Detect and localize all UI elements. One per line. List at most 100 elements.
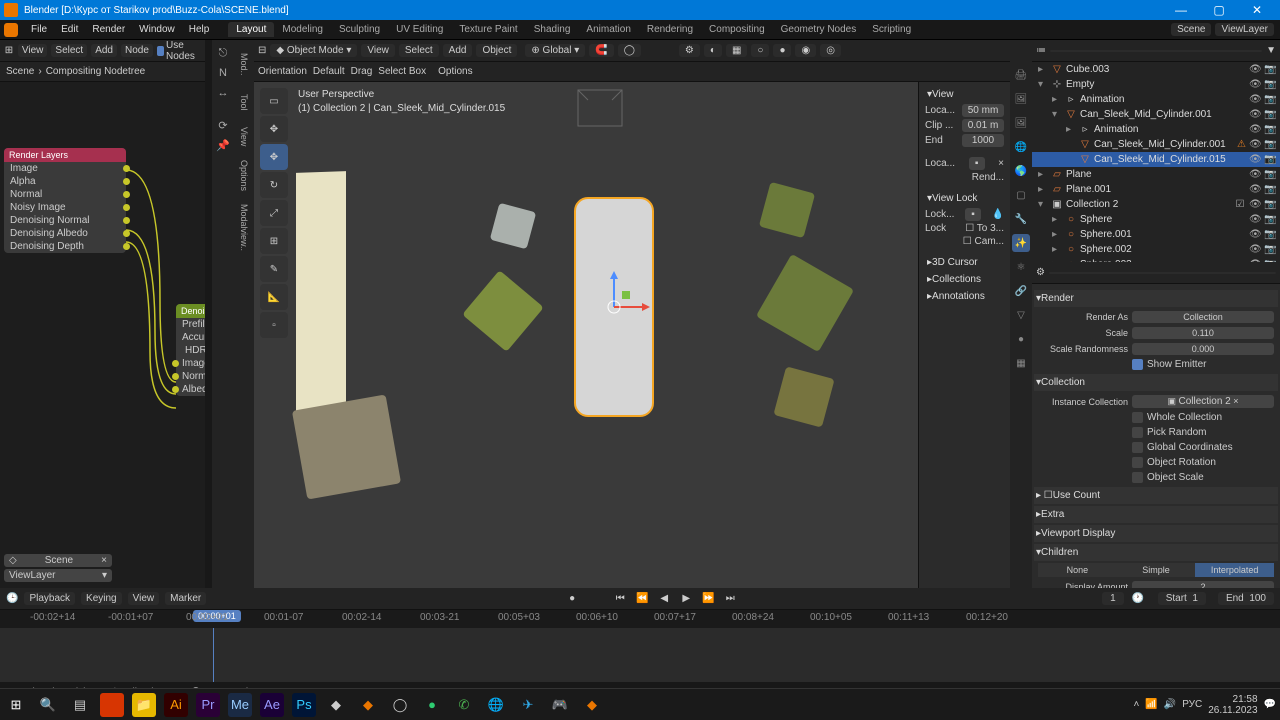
renderas-select[interactable]: Collection <box>1132 311 1274 323</box>
tray[interactable]: ˄ 📶 🔊 РУС 21:58 26.11.2023 💬 <box>1133 694 1276 716</box>
start-frame[interactable]: Start 1 <box>1158 592 1206 605</box>
outliner-type-icon[interactable]: ≔ <box>1036 45 1046 56</box>
timeline-track[interactable] <box>0 628 1280 682</box>
instcoll-select[interactable]: ▣ Collection 2 × <box>1132 395 1274 408</box>
current-frame[interactable]: 1 <box>1102 592 1124 605</box>
outliner-row[interactable]: ▸○Sphere.002👁📷 <box>1032 242 1280 257</box>
child-none[interactable]: None <box>1038 563 1117 577</box>
scalernd-field[interactable]: 0.000 <box>1132 343 1274 355</box>
tool-cursor[interactable]: ✥ <box>260 116 288 142</box>
ptab-data[interactable]: ▽ <box>1012 306 1030 324</box>
denoise-node[interactable]: Denoise Prefilter Accurate HDR Image Nor… <box>176 304 205 396</box>
clip-start[interactable]: 0.01 m <box>962 119 1004 132</box>
taskview-icon[interactable]: ▤ <box>68 693 92 717</box>
globcoord-check[interactable] <box>1132 442 1143 453</box>
tl-view[interactable]: View <box>128 592 160 605</box>
shading-wire[interactable]: ○ <box>751 44 769 57</box>
discord-icon[interactable]: 🎮 <box>548 693 572 717</box>
tab-texpaint[interactable]: Texture Paint <box>451 22 525 37</box>
ae-icon[interactable]: Ae <box>260 693 284 717</box>
objrot-check[interactable] <box>1132 457 1143 468</box>
ptab-viewlayer[interactable]: 🖼 <box>1012 114 1030 132</box>
xray-toggle[interactable]: ▦ <box>726 44 747 57</box>
telegram-icon[interactable]: ✈ <box>516 693 540 717</box>
ptab-material[interactable]: ● <box>1012 330 1030 348</box>
node-editor[interactable]: Render Layers Image Alpha Normal Noisy I… <box>0 82 205 588</box>
props-type-icon[interactable]: ⚙ <box>1036 267 1045 278</box>
menu-render[interactable]: Render <box>85 24 132 35</box>
tl-editor-icon[interactable]: 🕒 <box>6 593 18 604</box>
outliner-row[interactable]: ▸○Sphere👁📷 <box>1032 212 1280 227</box>
render-layers-node[interactable]: Render Layers Image Alpha Normal Noisy I… <box>4 148 126 253</box>
maximize-button[interactable]: ▢ <box>1200 0 1238 20</box>
tab-geonodes[interactable]: Geometry Nodes <box>773 22 865 37</box>
menu-edit[interactable]: Edit <box>54 24 85 35</box>
ptab-physics[interactable]: ⚛ <box>1012 258 1030 276</box>
objscale-check[interactable] <box>1132 472 1143 483</box>
clip-end[interactable]: 1000 <box>962 134 1004 147</box>
menu-file[interactable]: File <box>24 24 54 35</box>
tool-annotate[interactable]: ✎ <box>260 256 288 282</box>
sec-vpdisp[interactable]: ▸ Viewport Display <box>1034 525 1278 542</box>
nh-select[interactable]: Select <box>51 44 87 57</box>
npanel-cursor[interactable]: ▸ 3D Cursor <box>923 254 1006 271</box>
scene-selector[interactable]: Scene <box>1171 23 1211 36</box>
tl-keying[interactable]: Keying <box>81 592 122 605</box>
autokeying-icon[interactable]: ● <box>564 591 580 607</box>
editor-type-3d-icon[interactable]: ⊟ <box>258 45 266 56</box>
overlays-toggle[interactable]: ◐ <box>704 44 722 57</box>
sec-render[interactable]: ▾ Render <box>1034 290 1278 307</box>
end-frame[interactable]: End 100 <box>1218 592 1274 605</box>
wholecoll-check[interactable] <box>1132 412 1143 423</box>
crumb-scene[interactable]: Scene <box>6 66 34 77</box>
tab-animation[interactable]: Animation <box>578 22 638 37</box>
ptab-world[interactable]: 🌎 <box>1012 162 1030 180</box>
sec-usecount[interactable]: ▸ ☐ Use Count <box>1034 487 1278 504</box>
tab-compositing[interactable]: Compositing <box>701 22 773 37</box>
play-rev-icon[interactable]: ◀ <box>656 591 672 607</box>
shading-solid[interactable]: ● <box>773 44 791 57</box>
selected-object[interactable] <box>574 197 654 417</box>
sec-children[interactable]: ▾ Children <box>1034 544 1278 561</box>
nh-add[interactable]: Add <box>91 44 117 57</box>
tab-sculpting[interactable]: Sculpting <box>331 22 388 37</box>
outliner-row[interactable]: ▾▣Collection 2☑👁📷 <box>1032 197 1280 212</box>
ptab-output[interactable]: 🖼 <box>1012 90 1030 108</box>
sec-collection[interactable]: ▾ Collection <box>1034 374 1278 391</box>
tab-rendering[interactable]: Rendering <box>639 22 701 37</box>
tab-shading[interactable]: Shading <box>526 22 579 37</box>
tab-scripting[interactable]: Scripting <box>864 22 919 37</box>
props-search[interactable] <box>1049 272 1276 274</box>
tool-move[interactable]: ✥ <box>260 144 288 170</box>
pickrand-check[interactable] <box>1132 427 1143 438</box>
arrow-icon[interactable]: ↔ <box>214 84 232 102</box>
editor-type-icon[interactable]: ⊞ <box>4 44 14 58</box>
show-emitter-check[interactable] <box>1132 359 1143 370</box>
tl-marker[interactable]: Marker <box>165 592 206 605</box>
n-t-icon[interactable]: N <box>214 64 232 82</box>
tool-transform[interactable]: ⊞ <box>260 228 288 254</box>
vp-add[interactable]: Add <box>443 44 473 57</box>
outliner-row[interactable]: ▸▹Animation👁📷 <box>1032 122 1280 137</box>
outliner[interactable]: ▸▽Cube.003👁📷▾⊹Empty👁📷▸▹Animation👁📷▾▽Can_… <box>1032 62 1280 262</box>
spotify-icon[interactable]: ● <box>420 693 444 717</box>
outliner-row[interactable]: ▸▽Cube.003👁📷 <box>1032 62 1280 77</box>
node-header[interactable]: Denoise <box>176 304 205 318</box>
npanel-view[interactable]: ▾ View <box>923 86 1006 103</box>
ptab-render[interactable]: 🖨 <box>1012 66 1030 84</box>
wtab-mw[interactable]: Modalview.. <box>235 198 253 258</box>
node-header[interactable]: Render Layers <box>4 148 126 162</box>
ps-icon[interactable]: Ps <box>292 693 316 717</box>
keyframe-next-icon[interactable]: ⏩ <box>700 591 716 607</box>
shading-matprev[interactable]: ◉ <box>795 44 816 57</box>
ptab-object[interactable]: ▢ <box>1012 186 1030 204</box>
tool-rotate[interactable]: ↻ <box>260 172 288 198</box>
gizmo-toggle[interactable]: ⚙ <box>679 44 700 57</box>
tab-uv[interactable]: UV Editing <box>388 22 451 37</box>
sec-extra[interactable]: ▸ Extra <box>1034 506 1278 523</box>
ptab-scene[interactable]: 🌐 <box>1012 138 1030 156</box>
start-button[interactable]: ⊞ <box>4 693 28 717</box>
tray-notif-icon[interactable]: 💬 <box>1264 699 1276 710</box>
tool-measure[interactable]: 📐 <box>260 284 288 310</box>
viewport-canvas[interactable]: ▭ ✥ ✥ ↻ ⤢ ⊞ ✎ 📐 ▫ User Perspective (1) C… <box>254 82 1010 588</box>
